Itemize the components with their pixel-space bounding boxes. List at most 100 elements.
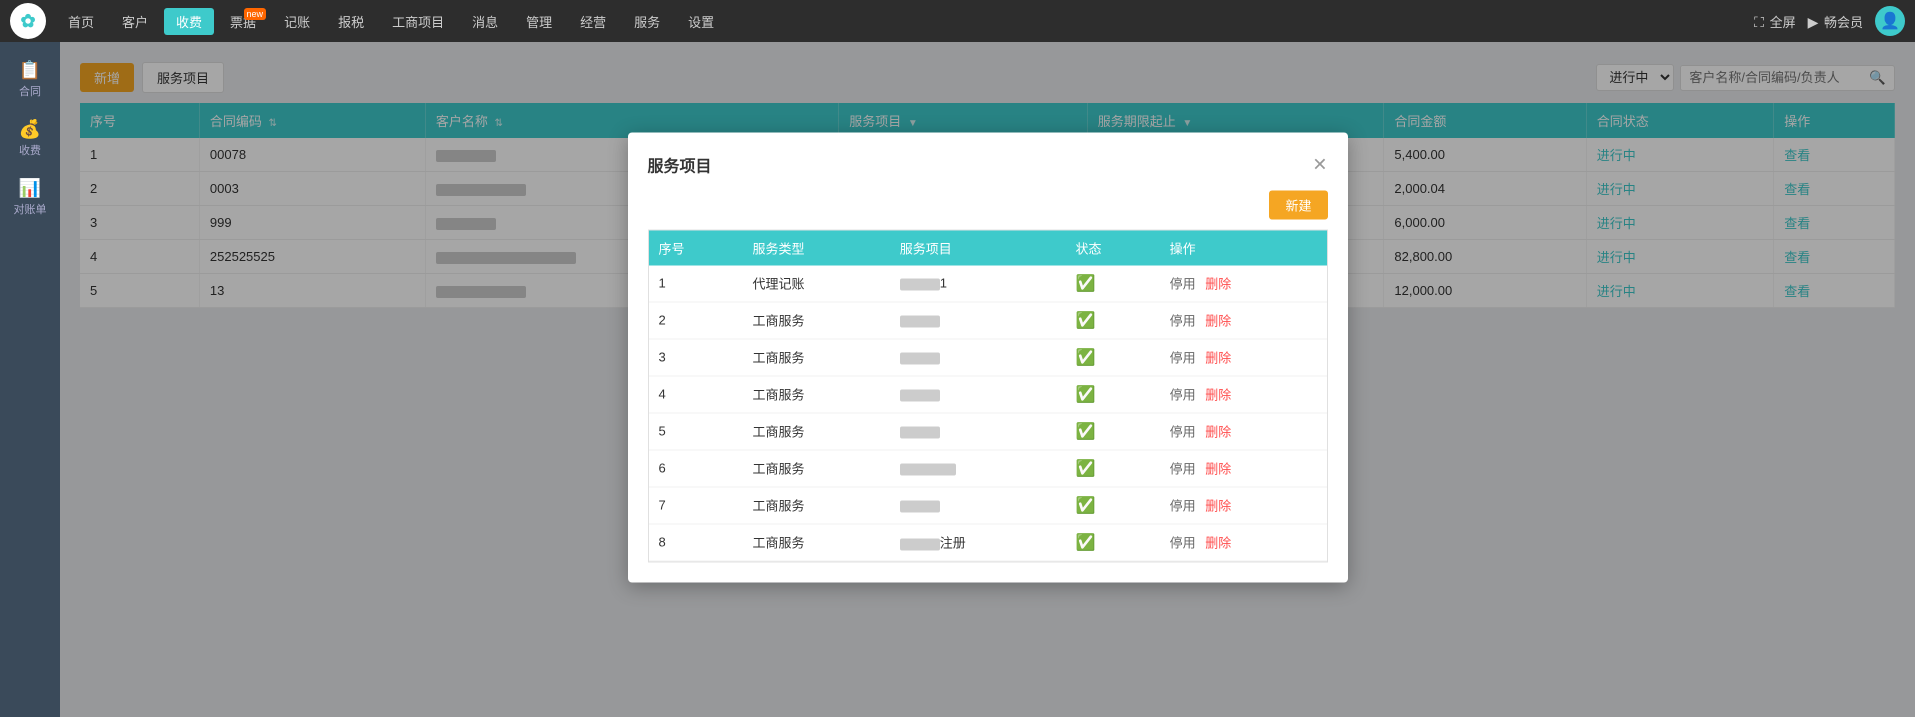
modal-table-wrapper[interactable]: 序号 服务类型 服务项目 状态 操作 1 代理记账 1 ✅ 停用 删除 2 工商… <box>648 229 1328 562</box>
service-status: ✅ <box>1066 450 1160 487</box>
sidebar-item-fee[interactable]: 💰 收费 <box>3 111 57 166</box>
service-item <box>890 376 1066 413</box>
service-type: 工商服务 <box>743 302 890 339</box>
service-action: 停用 删除 <box>1160 339 1327 376</box>
service-item <box>890 302 1066 339</box>
nav-message[interactable]: 消息 <box>460 8 510 35</box>
statement-icon: 📊 <box>7 178 53 199</box>
contract-icon: 📋 <box>7 60 53 81</box>
nav-industrial[interactable]: 工商项目 <box>380 8 456 35</box>
delete-button[interactable]: 删除 <box>1205 314 1231 329</box>
service-status: ✅ <box>1066 302 1160 339</box>
stop-button[interactable]: 停用 <box>1170 499 1196 514</box>
delete-button[interactable]: 删除 <box>1205 351 1231 366</box>
service-action: 停用 删除 <box>1160 450 1327 487</box>
main-content: 新增 服务项目 进行中 已结束 全部 🔍 序号 合同编码 ⇅ <box>60 42 1915 717</box>
modal-col-item: 服务项目 <box>890 230 1066 265</box>
list-item: 2 工商服务 ✅ 停用 删除 <box>649 302 1327 339</box>
service-type: 工商服务 <box>743 524 890 561</box>
service-status: ✅ <box>1066 487 1160 524</box>
sidebar-item-contract-label: 合同 <box>7 83 53 99</box>
modal-toolbar: 新建 <box>648 190 1328 219</box>
nav-items: 首页 客户 收费 票据 new 记账 报税 工商项目 消息 管理 经营 服务 设… <box>56 8 1754 35</box>
service-seq: 6 <box>649 450 743 487</box>
nav-operation[interactable]: 经营 <box>568 8 618 35</box>
status-check-icon: ✅ <box>1076 275 1096 292</box>
service-seq: 2 <box>649 302 743 339</box>
service-action: 停用 删除 <box>1160 413 1327 450</box>
list-item: 3 工商服务 ✅ 停用 删除 <box>649 339 1327 376</box>
sidebar-item-statement[interactable]: 📊 对账单 <box>3 170 57 225</box>
sidebar: 📋 合同 💰 收费 📊 对账单 <box>0 42 60 717</box>
nav-fee[interactable]: 收费 <box>164 8 214 35</box>
stop-button[interactable]: 停用 <box>1170 536 1196 551</box>
modal-col-status: 状态 <box>1066 230 1160 265</box>
service-status: ✅ <box>1066 265 1160 302</box>
service-status: ✅ <box>1066 524 1160 561</box>
status-check-icon: ✅ <box>1076 460 1096 477</box>
nav-manage[interactable]: 管理 <box>514 8 564 35</box>
new-badge: new <box>244 8 267 20</box>
status-check-icon: ✅ <box>1076 349 1096 366</box>
user-avatar[interactable]: 👤 <box>1875 6 1905 36</box>
stop-button[interactable]: 停用 <box>1170 277 1196 292</box>
service-status: ✅ <box>1066 413 1160 450</box>
list-item: 8 工商服务 注册 ✅ 停用 删除 <box>649 524 1327 561</box>
service-type: 工商服务 <box>743 413 890 450</box>
list-item: 7 工商服务 ✅ 停用 删除 <box>649 487 1327 524</box>
service-action: 停用 删除 <box>1160 265 1327 302</box>
service-type: 工商服务 <box>743 376 890 413</box>
nav-service[interactable]: 服务 <box>622 8 672 35</box>
app-logo[interactable]: ✿ <box>10 3 46 39</box>
service-type: 代理记账 <box>743 265 890 302</box>
delete-button[interactable]: 删除 <box>1205 277 1231 292</box>
modal-col-type: 服务类型 <box>743 230 890 265</box>
modal-close-button[interactable]: ✕ <box>1312 155 1327 173</box>
service-item <box>890 450 1066 487</box>
delete-button[interactable]: 删除 <box>1205 388 1231 403</box>
stop-button[interactable]: 停用 <box>1170 425 1196 440</box>
stop-button[interactable]: 停用 <box>1170 314 1196 329</box>
stop-button[interactable]: 停用 <box>1170 351 1196 366</box>
modal-header: 服务项目 ✕ <box>648 152 1328 176</box>
nav-home[interactable]: 首页 <box>56 8 106 35</box>
delete-button[interactable]: 删除 <box>1205 536 1231 551</box>
service-type: 工商服务 <box>743 450 890 487</box>
service-type: 工商服务 <box>743 487 890 524</box>
service-status: ✅ <box>1066 339 1160 376</box>
status-check-icon: ✅ <box>1076 534 1096 551</box>
delete-button[interactable]: 删除 <box>1205 499 1231 514</box>
service-seq: 1 <box>649 265 743 302</box>
service-action: 停用 删除 <box>1160 302 1327 339</box>
list-item: 5 工商服务 ✅ 停用 删除 <box>649 413 1327 450</box>
nav-bill[interactable]: 票据 new <box>218 8 268 35</box>
service-item <box>890 413 1066 450</box>
nav-tax[interactable]: 报税 <box>326 8 376 35</box>
nav-bookkeeping[interactable]: 记账 <box>272 8 322 35</box>
service-item: 注册 <box>890 524 1066 561</box>
service-type: 工商服务 <box>743 339 890 376</box>
list-item: 1 代理记账 1 ✅ 停用 删除 <box>649 265 1327 302</box>
sidebar-item-contract[interactable]: 📋 合同 <box>3 52 57 107</box>
member-btn[interactable]: ▶ 畅会员 <box>1808 12 1863 31</box>
service-item: 1 <box>890 265 1066 302</box>
modal-table-header-row: 序号 服务类型 服务项目 状态 操作 <box>649 230 1327 265</box>
stop-button[interactable]: 停用 <box>1170 388 1196 403</box>
delete-button[interactable]: 删除 <box>1205 462 1231 477</box>
stop-button[interactable]: 停用 <box>1170 462 1196 477</box>
service-table: 序号 服务类型 服务项目 状态 操作 1 代理记账 1 ✅ 停用 删除 2 工商… <box>649 230 1327 561</box>
status-check-icon: ✅ <box>1076 423 1096 440</box>
service-action: 停用 删除 <box>1160 524 1327 561</box>
service-seq: 5 <box>649 413 743 450</box>
modal-col-action: 操作 <box>1160 230 1327 265</box>
fullscreen-btn[interactable]: ⛶ 全屏 <box>1754 12 1795 31</box>
list-item: 4 工商服务 ✅ 停用 删除 <box>649 376 1327 413</box>
service-items-modal: 服务项目 ✕ 新建 序号 服务类型 服务项目 状态 操作 <box>628 132 1348 582</box>
modal-new-button[interactable]: 新建 <box>1269 190 1327 219</box>
nav-settings[interactable]: 设置 <box>676 8 726 35</box>
service-seq: 8 <box>649 524 743 561</box>
delete-button[interactable]: 删除 <box>1205 425 1231 440</box>
service-seq: 7 <box>649 487 743 524</box>
nav-customer[interactable]: 客户 <box>110 8 160 35</box>
service-action: 停用 删除 <box>1160 376 1327 413</box>
